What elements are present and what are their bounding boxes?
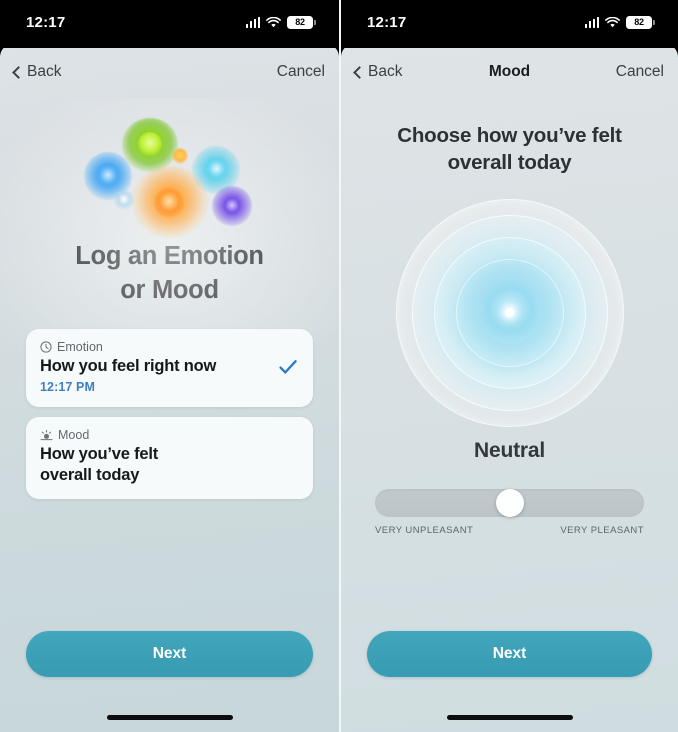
next-button[interactable]: Next <box>26 631 313 677</box>
mood-slider-thumb[interactable] <box>495 488 524 517</box>
option-title-mood-line-1: How you’ve felt <box>40 445 159 464</box>
option-kicker-mood: Mood <box>40 428 299 442</box>
flower-purple-core <box>222 197 241 215</box>
option-title-mood-line-2: overall today <box>40 465 140 484</box>
page-title-line-2: or Mood <box>120 275 219 304</box>
option-time-emotion: 12:17 PM <box>40 380 95 395</box>
flower-yellow-small <box>171 148 188 164</box>
home-indicator <box>446 715 573 720</box>
option-card-emotion[interactable]: Emotion How you feel right now 12:17 PM <box>26 329 313 408</box>
flower-green-core <box>137 132 162 156</box>
mood-value-label: Neutral <box>474 438 545 462</box>
option-title-mood: How you’ve felt overall today <box>40 444 299 486</box>
dual-phone-screenshot: 12:17 82 Back Cancel Log an Emotion or M… <box>0 0 678 732</box>
battery-icon: 82 <box>626 15 655 29</box>
home-indicator <box>106 715 233 720</box>
mood-orb[interactable] <box>390 193 630 433</box>
option-title-emotion: How you feel right now <box>40 357 217 376</box>
mood-slider-labels: VERY UNPLEASANT VERY PLEASANT <box>375 525 644 536</box>
back-button-label: Back <box>368 63 403 80</box>
left-phone-panel: 12:17 82 Back Cancel Log an Emotion or M… <box>0 0 339 732</box>
status-time: 12:17 <box>367 13 407 31</box>
chevron-left-icon <box>353 65 366 79</box>
option-card-list: Emotion How you feel right now 12:17 PM <box>26 329 313 499</box>
cancel-button[interactable]: Cancel <box>616 63 664 81</box>
right-phone-panel: 12:17 82 Back Mood Cancel Choose how you… <box>339 0 678 732</box>
battery-level: 82 <box>634 17 644 27</box>
slider-max-label: VERY PLEASANT <box>560 524 644 536</box>
left-sheet: Back Cancel Log an Emotion or Mood Emoti… <box>0 44 339 732</box>
option-kicker-emotion: Emotion <box>40 340 299 354</box>
slider-min-label: VERY UNPLEASANT <box>375 524 474 536</box>
cellular-bars-icon <box>245 16 260 28</box>
next-button[interactable]: Next <box>367 631 652 677</box>
page-title-line-1: Log an Emotion <box>75 242 264 270</box>
sunrise-icon <box>40 429 53 441</box>
flower-blue-core <box>96 165 119 187</box>
battery-level: 82 <box>295 17 305 27</box>
battery-icon: 82 <box>287 15 316 29</box>
right-sheet: Back Mood Cancel Choose how you’ve felt … <box>341 44 678 732</box>
status-indicators: 82 <box>584 15 655 29</box>
page-heading-line-2: overall today <box>447 151 572 175</box>
nav-bar-right: Back Mood Cancel <box>341 44 678 100</box>
page-heading: Choose how you’ve felt overall today <box>341 122 678 177</box>
wifi-icon <box>605 16 620 28</box>
cancel-button[interactable]: Cancel <box>277 63 325 81</box>
back-button-label: Back <box>27 63 62 80</box>
checkmark-icon <box>278 357 298 377</box>
flower-pale-small <box>113 190 134 210</box>
back-button[interactable]: Back <box>353 63 403 81</box>
option-kicker-label-emotion: Emotion <box>57 340 103 355</box>
back-button[interactable]: Back <box>12 63 62 81</box>
mood-slider[interactable] <box>375 488 644 517</box>
status-time: 12:17 <box>26 13 66 31</box>
flower-orange-core <box>153 188 184 218</box>
clock-icon <box>40 341 52 353</box>
chevron-left-icon <box>12 65 25 79</box>
page-title: Log an Emotion or Mood <box>0 240 339 307</box>
cellular-bars-icon <box>584 16 599 28</box>
status-bar-right: 12:17 82 <box>341 0 678 48</box>
option-card-mood[interactable]: Mood How you’ve felt overall today <box>26 417 313 499</box>
mood-slider-block: VERY UNPLEASANT VERY PLEASANT <box>375 488 644 536</box>
status-indicators: 82 <box>245 15 316 29</box>
nav-bar-left: Back Cancel <box>0 44 339 100</box>
status-bar-left: 12:17 82 <box>0 0 339 48</box>
page-heading-line-1: Choose how you’ve felt <box>397 124 622 147</box>
emotion-flowers-illustration <box>70 114 270 238</box>
flower-cyan-core <box>205 159 227 180</box>
option-kicker-label-mood: Mood <box>58 428 90 443</box>
wifi-icon <box>266 16 281 28</box>
